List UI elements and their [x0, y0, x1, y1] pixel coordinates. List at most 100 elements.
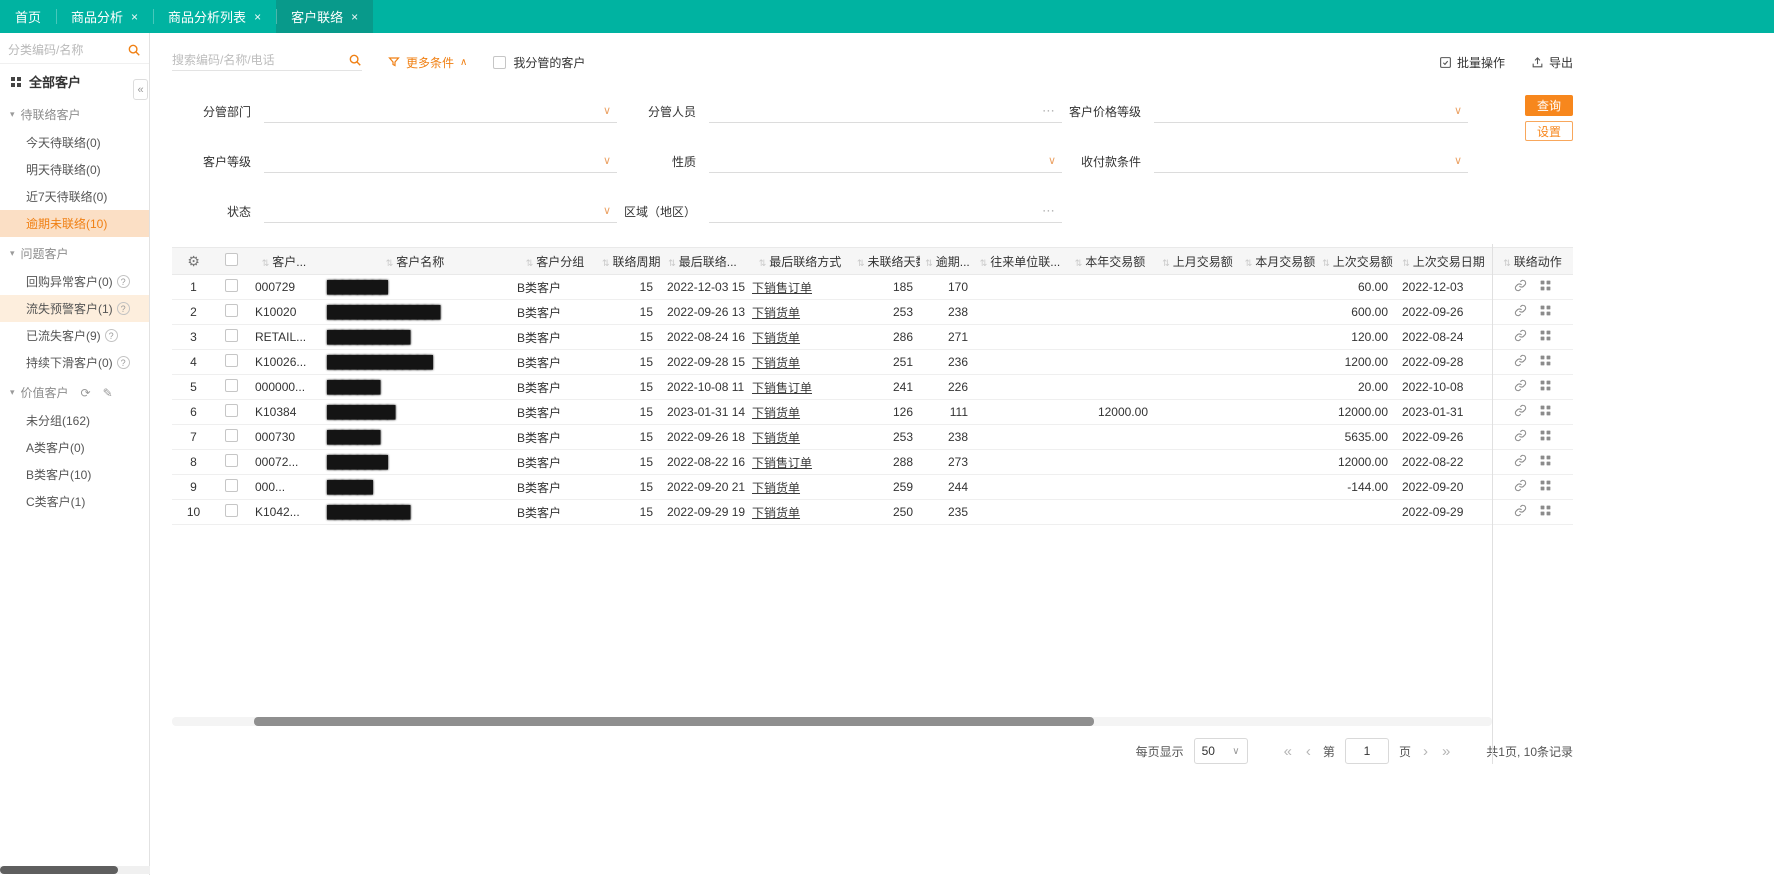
sidebar-collapse-button[interactable]: « [133, 79, 148, 100]
row-checkbox[interactable] [225, 429, 238, 442]
close-tab-icon[interactable]: × [131, 10, 138, 24]
column-header[interactable]: ⇅ 往来单位联... [975, 247, 1065, 275]
chevron-down-icon[interactable]: ∨ [603, 204, 611, 217]
picker-dots-icon[interactable]: ⋯ [1042, 103, 1056, 119]
filter-field[interactable]: ∨ [264, 199, 617, 223]
grid-actions-icon[interactable] [1539, 354, 1552, 370]
sidebar-item[interactable]: 回购异常客户(0)? [0, 268, 149, 295]
row-checkbox[interactable] [225, 404, 238, 417]
sidebar-group-header[interactable]: ▾ 待联络客户 [0, 100, 149, 129]
query-button[interactable]: 查询 [1525, 95, 1573, 116]
column-header[interactable]: ⇅ 本年交易额 [1065, 247, 1155, 275]
prev-page-button[interactable]: ‹ [1304, 743, 1313, 760]
close-tab-icon[interactable]: × [351, 10, 358, 24]
contact-method-link[interactable]: 下销货单 [752, 431, 800, 445]
filter-field[interactable]: ⋯ [709, 199, 1062, 223]
row-checkbox[interactable] [225, 279, 238, 292]
column-header[interactable]: ⇅ 本月交易额 [1240, 247, 1320, 275]
horizontal-scrollbar[interactable] [172, 717, 1492, 726]
link-icon[interactable] [1514, 304, 1527, 320]
table-row[interactable]: 10 K1042... ███████████ B类客户 15 2022-09-29 19… [172, 499, 1573, 525]
sidebar-item[interactable]: 流失预警客户(1)? [0, 295, 149, 322]
sidebar-horizontal-scrollbar[interactable] [0, 866, 150, 874]
column-header[interactable]: ⇅ 联络动作 [1492, 247, 1573, 275]
contact-method-link[interactable]: 下销货单 [752, 506, 800, 520]
row-checkbox[interactable] [225, 479, 238, 492]
row-checkbox[interactable] [225, 304, 238, 317]
sidebar-item-all-customers[interactable]: 全部客户 [0, 64, 149, 98]
export-button[interactable]: 导出 [1531, 54, 1573, 71]
scrollbar-thumb[interactable] [254, 717, 1094, 726]
contact-method-link[interactable]: 下销货单 [752, 481, 800, 495]
table-row[interactable]: 8 00072... ████████ B类客户 15 2022-08-22 16: 下销售… [172, 449, 1573, 475]
column-header[interactable]: ⇅ 客户名称 [320, 247, 510, 275]
grid-actions-icon[interactable] [1539, 504, 1552, 520]
sidebar-item[interactable]: A类客户(0) [0, 434, 149, 461]
link-icon[interactable] [1514, 379, 1527, 395]
more-conditions-button[interactable]: 更多条件 ∧ [388, 54, 467, 71]
column-header[interactable]: ⇅未联络天数 [855, 247, 920, 275]
sidebar-item[interactable]: 未分组(162) [0, 407, 149, 434]
sidebar-item[interactable]: 今天待联络(0) [0, 129, 149, 156]
row-checkbox[interactable] [225, 354, 238, 367]
link-icon[interactable] [1514, 504, 1527, 520]
link-icon[interactable] [1514, 429, 1527, 445]
sidebar-item[interactable]: B类客户(10) [0, 461, 149, 488]
tab-2[interactable]: 商品分析列表 × [153, 0, 276, 33]
table-row[interactable]: 3 RETAIL... ███████████ B类客户 15 2022-08-24 16… [172, 324, 1573, 350]
column-header[interactable]: ⇅ 上月交易额 [1155, 247, 1240, 275]
column-header[interactable]: ⇅ 客户... [248, 247, 320, 275]
tab-home[interactable]: 首页 [0, 0, 56, 33]
tab-3[interactable]: 客户联络 × [276, 0, 374, 33]
sidebar-group-header[interactable]: ▾ 问题客户 [0, 239, 149, 268]
grid-actions-icon[interactable] [1539, 404, 1552, 420]
page-number-input[interactable] [1344, 738, 1389, 764]
row-checkbox[interactable] [225, 379, 238, 392]
column-header[interactable]: ⇅ 最后联络... [660, 247, 745, 275]
table-row[interactable]: 4 K10026... ██████████████ B类客户 15 2022-09-28… [172, 349, 1573, 375]
sidebar-item[interactable]: 明天待联络(0) [0, 156, 149, 183]
settings-button[interactable]: 设置 [1525, 121, 1573, 141]
chevron-down-icon[interactable]: ∨ [603, 104, 611, 117]
table-row[interactable]: 9 000... ██████ B类客户 15 2022-09-20 21: 下销货单 259… [172, 474, 1573, 500]
column-header[interactable]: ⇅ 最后联络方式 [745, 247, 855, 275]
column-header[interactable]: ⇅ 逾期... [920, 247, 975, 275]
table-row[interactable]: 6 K10384 █████████ B类客户 15 2023-01-31 14: 下销货单… [172, 399, 1573, 425]
contact-method-link[interactable]: 下销货单 [752, 331, 800, 345]
info-icon[interactable]: ? [116, 275, 130, 288]
grid-actions-icon[interactable] [1539, 279, 1552, 295]
customer-search-input[interactable] [172, 53, 348, 67]
link-icon[interactable] [1514, 279, 1527, 295]
select-all-checkbox[interactable] [225, 253, 238, 266]
picker-dots-icon[interactable]: ⋯ [1042, 203, 1056, 219]
info-icon[interactable]: ? [116, 302, 130, 315]
contact-method-link[interactable]: 下销货单 [752, 356, 800, 370]
filter-field[interactable]: ∨ [264, 99, 617, 123]
sidebar-search-input[interactable] [8, 43, 127, 57]
tab-1[interactable]: 商品分析 × [56, 0, 153, 33]
column-header[interactable]: ⇅ 上次交易额 [1320, 247, 1395, 275]
contact-method-link[interactable]: 下销售订单 [752, 281, 812, 295]
info-icon[interactable]: ? [104, 329, 118, 342]
search-icon[interactable] [348, 53, 362, 67]
first-page-button[interactable]: « [1282, 743, 1294, 760]
sidebar-group-header[interactable]: ▾ 价值客户 ⟳ ✎ [0, 378, 149, 407]
chevron-down-icon[interactable]: ∨ [603, 154, 611, 167]
sidebar-item[interactable]: 持续下滑客户(0)? [0, 349, 149, 376]
contact-method-link[interactable]: 下销售订单 [752, 381, 812, 395]
link-icon[interactable] [1514, 329, 1527, 345]
close-tab-icon[interactable]: × [254, 10, 261, 24]
grid-actions-icon[interactable] [1539, 304, 1552, 320]
filter-field[interactable]: ∨ [709, 149, 1062, 173]
column-header[interactable]: ⇅ 联络周期 [600, 247, 660, 275]
contact-method-link[interactable]: 下销货单 [752, 406, 800, 420]
row-checkbox[interactable] [225, 329, 238, 342]
filter-field[interactable]: ∨ [264, 149, 617, 173]
my-customers-checkbox[interactable]: 我分管的客户 [493, 54, 585, 71]
link-icon[interactable] [1514, 404, 1527, 420]
column-settings-icon[interactable]: ⚙ [187, 253, 200, 269]
grid-actions-icon[interactable] [1539, 454, 1552, 470]
scrollbar-thumb[interactable] [0, 866, 118, 874]
grid-actions-icon[interactable] [1539, 429, 1552, 445]
sidebar-item[interactable]: C类客户(1) [0, 488, 149, 515]
